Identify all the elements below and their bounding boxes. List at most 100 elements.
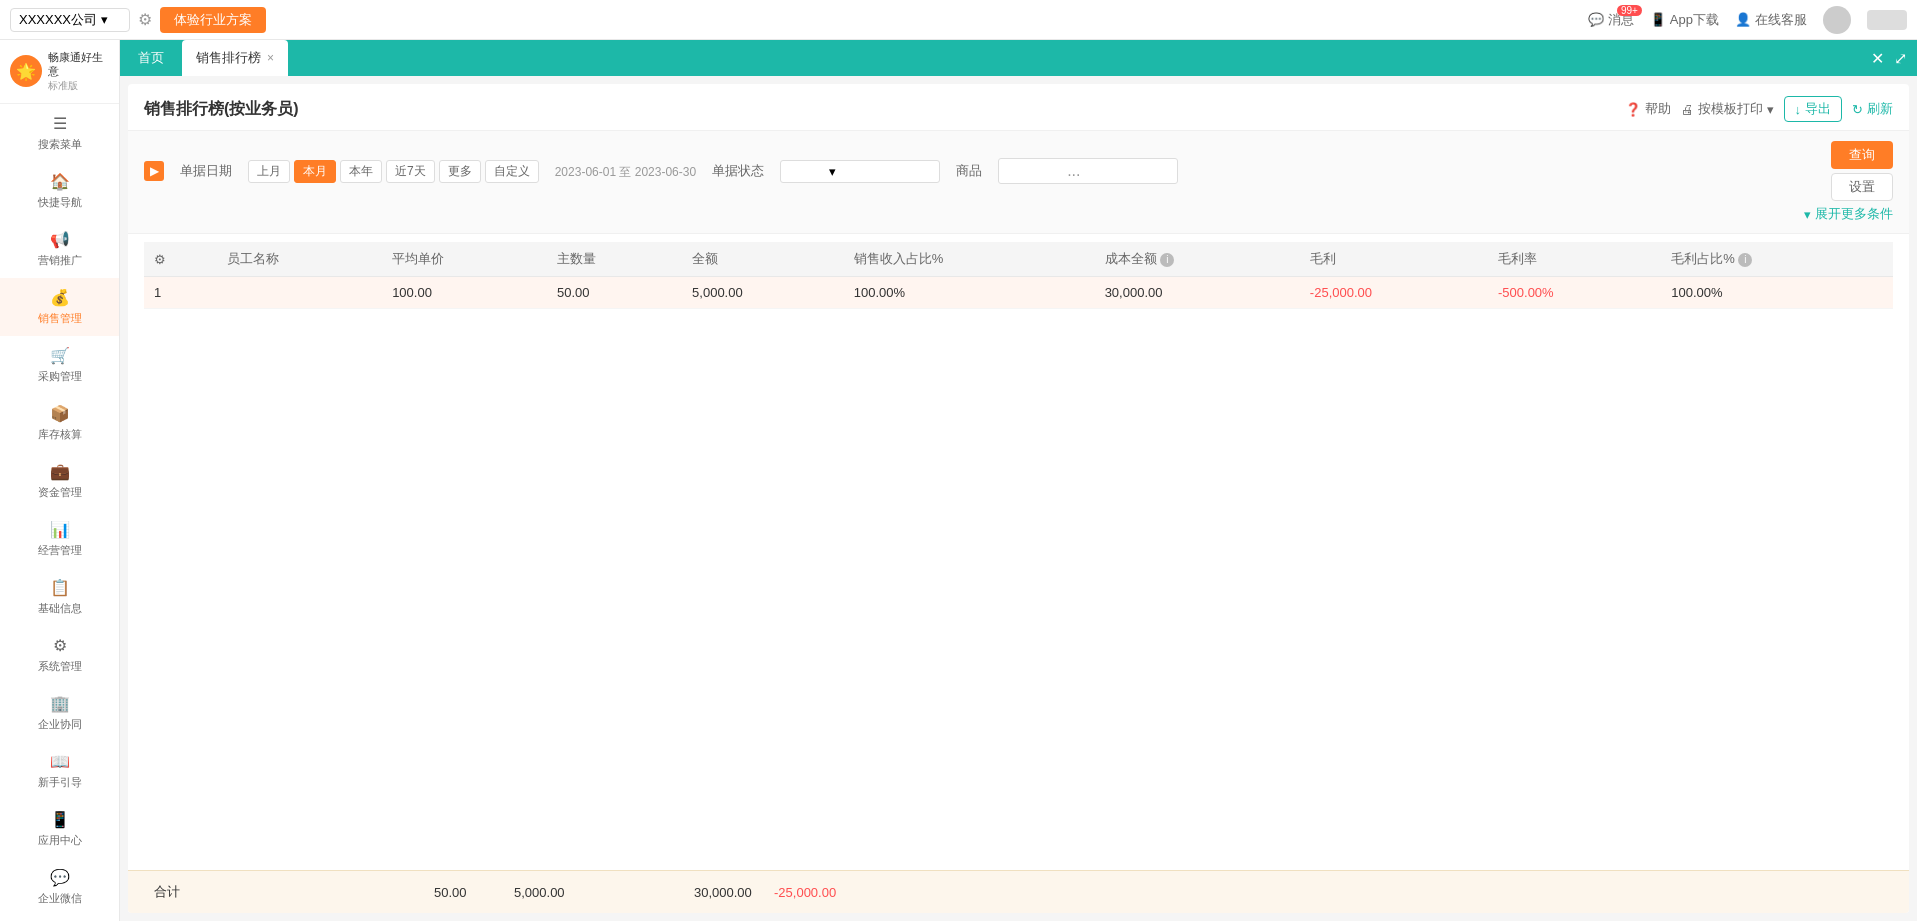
date-btn-this-year[interactable]: 本年 bbox=[340, 160, 382, 183]
sidebar-item-label: 企业微信 bbox=[38, 891, 82, 906]
sidebar-item-label: 库存核算 bbox=[38, 427, 82, 442]
service-icon: 👤 bbox=[1735, 12, 1751, 27]
cell-rank: 1 bbox=[144, 277, 217, 309]
status-select[interactable]: ▾ bbox=[780, 160, 940, 183]
cost-info-icon[interactable]: i bbox=[1160, 253, 1174, 267]
online-service-button[interactable]: 👤 在线客服 bbox=[1735, 11, 1807, 29]
sidebar-item-label: 营销推广 bbox=[38, 253, 82, 268]
sidebar-item-inventory[interactable]: 📦 库存核算 bbox=[0, 394, 119, 452]
wechat-icon: 💬 bbox=[50, 868, 70, 887]
avatar[interactable] bbox=[1823, 6, 1851, 34]
filter-row-1: ▶ 单据日期 上月 本月 本年 近7天 更多 自定义 2023-06-01 至 … bbox=[144, 141, 1893, 201]
settings-icon[interactable]: ⚙ bbox=[154, 252, 166, 267]
content-area: 首页 销售排行榜 × ✕ ⤢ 销售排行榜(按业务员) ❓ 帮助 bbox=[120, 40, 1917, 921]
logo-name: 畅康通好生意 bbox=[48, 50, 109, 79]
export-button[interactable]: ↓ 导出 bbox=[1784, 96, 1843, 122]
sidebar-item-label: 新手引导 bbox=[38, 775, 82, 790]
trial-button[interactable]: 体验行业方案 bbox=[160, 7, 266, 33]
export-icon: ↓ bbox=[1795, 102, 1802, 117]
dots-icon[interactable]: ... bbox=[1067, 162, 1080, 180]
filter-toggle[interactable]: ▶ bbox=[144, 161, 164, 181]
message-icon: 💬 bbox=[1588, 12, 1604, 27]
date-btn-7days[interactable]: 近7天 bbox=[386, 160, 435, 183]
sidebar-item-base-info[interactable]: 📋 基础信息 bbox=[0, 568, 119, 626]
th-settings[interactable]: ⚙ bbox=[144, 242, 217, 277]
tab-close-button[interactable]: ✕ bbox=[1871, 49, 1884, 68]
sidebar-item-label: 销售管理 bbox=[38, 311, 82, 326]
cell-avg-price: 100.00 bbox=[382, 277, 547, 309]
tab-sales-ranking[interactable]: 销售排行榜 × bbox=[182, 40, 288, 76]
app-download-button[interactable]: 📱 App下载 bbox=[1650, 11, 1719, 29]
top-bar: XXXXXX公司 ▾ ⚙ 体验行业方案 💬 消息 99+ 📱 App下载 👤 在… bbox=[0, 0, 1917, 40]
print-icon: 🖨 bbox=[1681, 102, 1694, 117]
cell-gross-pct: 100.00% bbox=[1661, 277, 1893, 309]
sidebar-item-sales[interactable]: 💰 销售管理 bbox=[0, 278, 119, 336]
search-order-icon: ☰ bbox=[53, 114, 67, 133]
sidebar-item-enterprise[interactable]: 🏢 企业协同 bbox=[0, 684, 119, 742]
table-row: 1 100.00 50.00 5,000.00 100.00% 30,000.0… bbox=[144, 277, 1893, 309]
date-btn-last-month[interactable]: 上月 bbox=[248, 160, 290, 183]
sidebar-item-label: 采购管理 bbox=[38, 369, 82, 384]
chevron-down-icon: ▾ bbox=[101, 12, 108, 27]
expand-more-button[interactable]: ▾ 展开更多条件 bbox=[1804, 205, 1893, 223]
goods-select[interactable]: ... bbox=[998, 158, 1178, 184]
page-content: 销售排行榜(按业务员) ❓ 帮助 🖨 按模板打印 ▾ ↓ 导出 bbox=[128, 84, 1909, 913]
marketing-icon: 📢 bbox=[50, 230, 70, 249]
tab-close-icon[interactable]: × bbox=[267, 51, 274, 65]
sidebar-item-marketing[interactable]: 📢 营销推广 bbox=[0, 220, 119, 278]
date-btn-more[interactable]: 更多 bbox=[439, 160, 481, 183]
th-gross: 毛利 bbox=[1300, 242, 1488, 277]
sidebar-logo: 🌟 畅康通好生意 标准版 bbox=[0, 40, 119, 104]
sidebar-item-finance[interactable]: 💼 资金管理 bbox=[0, 452, 119, 510]
guide-icon: 📖 bbox=[50, 752, 70, 771]
query-button[interactable]: 查询 bbox=[1831, 141, 1893, 169]
footer-label: 合计 bbox=[144, 879, 344, 905]
filter-row-2: ▾ 展开更多条件 bbox=[144, 201, 1893, 223]
th-amount: 全额 bbox=[682, 242, 844, 277]
footer-cost: 30,000.00 bbox=[684, 881, 764, 904]
print-button[interactable]: 🖨 按模板打印 ▾ bbox=[1681, 100, 1774, 118]
sidebar-item-label: 企业协同 bbox=[38, 717, 82, 732]
sidebar-item-label: 应用中心 bbox=[38, 833, 82, 848]
date-btn-this-month[interactable]: 本月 bbox=[294, 160, 336, 183]
page-actions: ❓ 帮助 🖨 按模板打印 ▾ ↓ 导出 ↻ 刷新 bbox=[1625, 96, 1894, 122]
chevron-down-icon: ▾ bbox=[1767, 102, 1774, 117]
home-icon: 🏠 bbox=[50, 172, 70, 191]
sidebar: 🌟 畅康通好生意 标准版 ☰ 搜索菜单 🏠 快捷导航 📢 营销推广 💰 销售管理… bbox=[0, 40, 120, 921]
cell-name bbox=[217, 277, 382, 309]
gross-pct-info-icon[interactable]: i bbox=[1738, 253, 1752, 267]
th-avg-price: 平均单价 bbox=[382, 242, 547, 277]
sidebar-item-wechat[interactable]: 💬 企业微信 bbox=[0, 858, 119, 916]
cell-cost: 30,000.00 bbox=[1095, 277, 1300, 309]
apps-icon: 📱 bbox=[50, 810, 70, 829]
chevron-down-icon: ▾ bbox=[1804, 207, 1811, 222]
status-label: 单据状态 bbox=[712, 162, 764, 180]
sidebar-item-purchase[interactable]: 🛒 采购管理 bbox=[0, 336, 119, 394]
purchase-icon: 🛒 bbox=[50, 346, 70, 365]
date-btn-custom[interactable]: 自定义 bbox=[485, 160, 539, 183]
settings-button[interactable]: 设置 bbox=[1831, 173, 1893, 201]
sidebar-item-system[interactable]: ⚙ 系统管理 bbox=[0, 626, 119, 684]
refresh-button[interactable]: ↻ 刷新 bbox=[1852, 100, 1893, 118]
ranking-table: ⚙ 员工名称 平均单价 主数量 bbox=[144, 242, 1893, 309]
sidebar-item-quick-nav[interactable]: 🏠 快捷导航 bbox=[0, 162, 119, 220]
settings-icon[interactable]: ⚙ bbox=[138, 10, 152, 29]
help-button[interactable]: ❓ 帮助 bbox=[1625, 100, 1671, 118]
sidebar-item-guide[interactable]: 📖 新手引导 bbox=[0, 742, 119, 800]
sidebar-item-operations[interactable]: 📊 经营管理 bbox=[0, 510, 119, 568]
tab-home[interactable]: 首页 bbox=[120, 40, 182, 76]
sidebar-item-label: 经营管理 bbox=[38, 543, 82, 558]
tab-bar-right: ✕ ⤢ bbox=[1871, 49, 1917, 68]
message-button[interactable]: 💬 消息 99+ bbox=[1588, 11, 1634, 29]
sidebar-item-search-order[interactable]: ☰ 搜索菜单 bbox=[0, 104, 119, 162]
table-header-row: ⚙ 员工名称 平均单价 主数量 bbox=[144, 242, 1893, 277]
sidebar-item-apps[interactable]: 📱 应用中心 bbox=[0, 800, 119, 858]
table-footer: 合计 50.00 5,000.00 30,000.00 -25,000.00 bbox=[128, 870, 1909, 913]
sidebar-item-member[interactable]: 👑 畅会员 bbox=[0, 916, 119, 921]
company-select[interactable]: XXXXXX公司 ▾ bbox=[10, 8, 130, 32]
cell-qty: 50.00 bbox=[547, 277, 682, 309]
main-layout: 🌟 畅康通好生意 标准版 ☰ 搜索菜单 🏠 快捷导航 📢 营销推广 💰 销售管理… bbox=[0, 40, 1917, 921]
tab-expand-button[interactable]: ⤢ bbox=[1894, 49, 1907, 68]
sidebar-item-label: 基础信息 bbox=[38, 601, 82, 616]
user-name bbox=[1867, 10, 1907, 30]
